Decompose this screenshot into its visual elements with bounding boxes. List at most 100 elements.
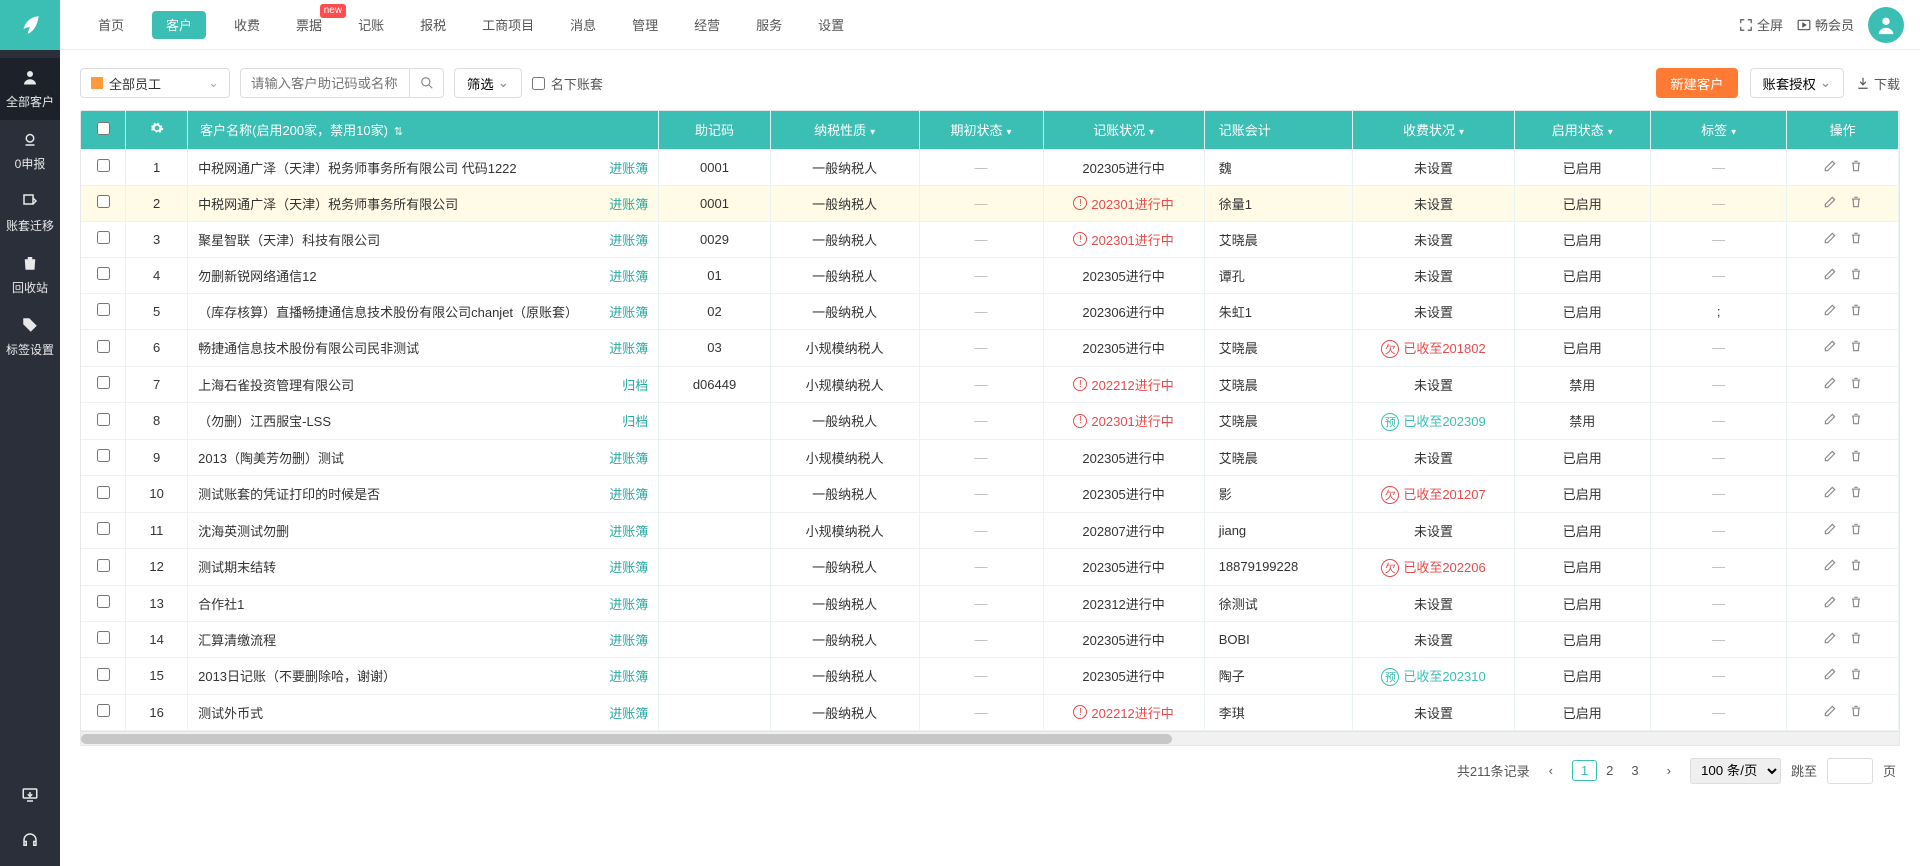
download-button[interactable]: 下载 [1856,74,1900,93]
edit-icon[interactable] [1823,524,1837,539]
nav-item-3[interactable]: 票据new [278,0,340,50]
prev-page[interactable]: ‹ [1540,760,1562,781]
enter-book-link[interactable]: 进账簿 [609,230,648,249]
row-checkbox[interactable] [97,595,110,608]
enter-book-link[interactable]: 进账簿 [609,448,648,467]
edit-icon[interactable] [1823,269,1837,284]
sidebar-bottom-0[interactable] [0,776,60,821]
nav-item-7[interactable]: 消息 [552,0,614,50]
per-page-select[interactable]: 100 条/页 [1690,758,1781,784]
select-all-checkbox[interactable] [97,122,110,135]
edit-icon[interactable] [1823,487,1837,502]
nav-item-0[interactable]: 首页 [80,0,142,50]
row-checkbox[interactable] [97,486,110,499]
enter-book-link[interactable]: 进账簿 [609,484,648,503]
next-page[interactable]: › [1658,760,1680,781]
filter-button[interactable]: 筛选 ⌄ [454,68,522,98]
nav-item-11[interactable]: 设置 [800,0,862,50]
scrollbar-thumb[interactable] [81,734,1172,744]
th-accountant[interactable]: 记账会计 [1204,111,1353,149]
delete-icon[interactable] [1849,414,1863,429]
enter-book-link[interactable]: 进账簿 [609,194,648,213]
delete-icon[interactable] [1849,269,1863,284]
th-settings[interactable] [126,111,188,149]
th-fee[interactable]: 收费状况 [1353,111,1514,149]
edit-icon[interactable] [1823,197,1837,212]
sidebar-bottom-1[interactable] [0,821,60,866]
page-3[interactable]: 3 [1622,760,1647,781]
delete-icon[interactable] [1849,597,1863,612]
auth-button[interactable]: 账套授权 ⌄ [1750,68,1844,98]
delete-icon[interactable] [1849,161,1863,176]
enter-book-link[interactable]: 归档 [622,375,648,394]
logo[interactable] [0,0,60,50]
horizontal-scrollbar[interactable] [81,731,1899,745]
delete-icon[interactable] [1849,524,1863,539]
enter-book-link[interactable]: 进账簿 [609,521,648,540]
row-checkbox[interactable] [97,668,110,681]
delete-icon[interactable] [1849,197,1863,212]
th-name[interactable]: 客户名称(启用200家，禁用10家) [188,111,659,149]
search-input[interactable] [240,68,410,98]
edit-icon[interactable] [1823,305,1837,320]
row-checkbox[interactable] [97,413,110,426]
edit-icon[interactable] [1823,669,1837,684]
delete-icon[interactable] [1849,451,1863,466]
sidebar-item-2[interactable]: 账套迁移 [0,182,60,244]
delete-icon[interactable] [1849,378,1863,393]
delete-icon[interactable] [1849,633,1863,648]
nav-item-6[interactable]: 工商项目 [464,0,552,50]
row-checkbox[interactable] [97,340,110,353]
delete-icon[interactable] [1849,233,1863,248]
own-accounts-input[interactable] [532,77,545,90]
row-checkbox[interactable] [97,631,110,644]
sidebar-item-4[interactable]: 标签设置 [0,306,60,368]
th-init[interactable]: 期初状态 [919,111,1043,149]
enter-book-link[interactable]: 进账簿 [609,266,648,285]
edit-icon[interactable] [1823,233,1837,248]
page-1[interactable]: 1 [1572,760,1597,781]
edit-icon[interactable] [1823,341,1837,356]
nav-item-1[interactable]: 客户 [152,11,206,39]
row-checkbox[interactable] [97,267,110,280]
nav-item-10[interactable]: 服务 [738,0,800,50]
row-checkbox[interactable] [97,159,110,172]
th-code[interactable]: 助记码 [659,111,771,149]
new-customer-button[interactable]: 新建客户 [1656,68,1737,98]
delete-icon[interactable] [1849,560,1863,575]
enter-book-link[interactable]: 归档 [622,411,648,430]
edit-icon[interactable] [1823,560,1837,575]
enter-book-link[interactable]: 进账簿 [609,594,648,613]
edit-icon[interactable] [1823,414,1837,429]
edit-icon[interactable] [1823,451,1837,466]
delete-icon[interactable] [1849,305,1863,320]
edit-icon[interactable] [1823,706,1837,721]
search-button[interactable] [410,68,444,98]
nav-item-8[interactable]: 管理 [614,0,676,50]
employee-select[interactable]: 全部员工 ⌄ [80,68,230,98]
sidebar-item-1[interactable]: 0申报 [0,120,60,182]
th-enable[interactable]: 启用状态 [1514,111,1650,149]
row-checkbox[interactable] [97,376,110,389]
enter-book-link[interactable]: 进账簿 [609,630,648,649]
nav-item-4[interactable]: 记账 [340,0,402,50]
enter-book-link[interactable]: 进账簿 [609,302,648,321]
sidebar-item-3[interactable]: 回收站 [0,244,60,306]
enter-book-link[interactable]: 进账簿 [609,338,648,357]
nav-item-5[interactable]: 报税 [402,0,464,50]
nav-item-2[interactable]: 收费 [216,0,278,50]
avatar[interactable] [1868,7,1904,43]
own-accounts-checkbox[interactable]: 名下账套 [532,74,603,93]
row-checkbox[interactable] [97,195,110,208]
delete-icon[interactable] [1849,487,1863,502]
enter-book-link[interactable]: 进账簿 [609,158,648,177]
row-checkbox[interactable] [97,449,110,462]
delete-icon[interactable] [1849,706,1863,721]
jump-input[interactable] [1827,758,1873,784]
th-tag[interactable]: 标签 [1650,111,1786,149]
row-checkbox[interactable] [97,559,110,572]
delete-icon[interactable] [1849,341,1863,356]
sidebar-item-0[interactable]: 全部客户 [0,58,60,120]
row-checkbox[interactable] [97,704,110,717]
fullscreen-button[interactable]: 全屏 [1739,15,1783,34]
